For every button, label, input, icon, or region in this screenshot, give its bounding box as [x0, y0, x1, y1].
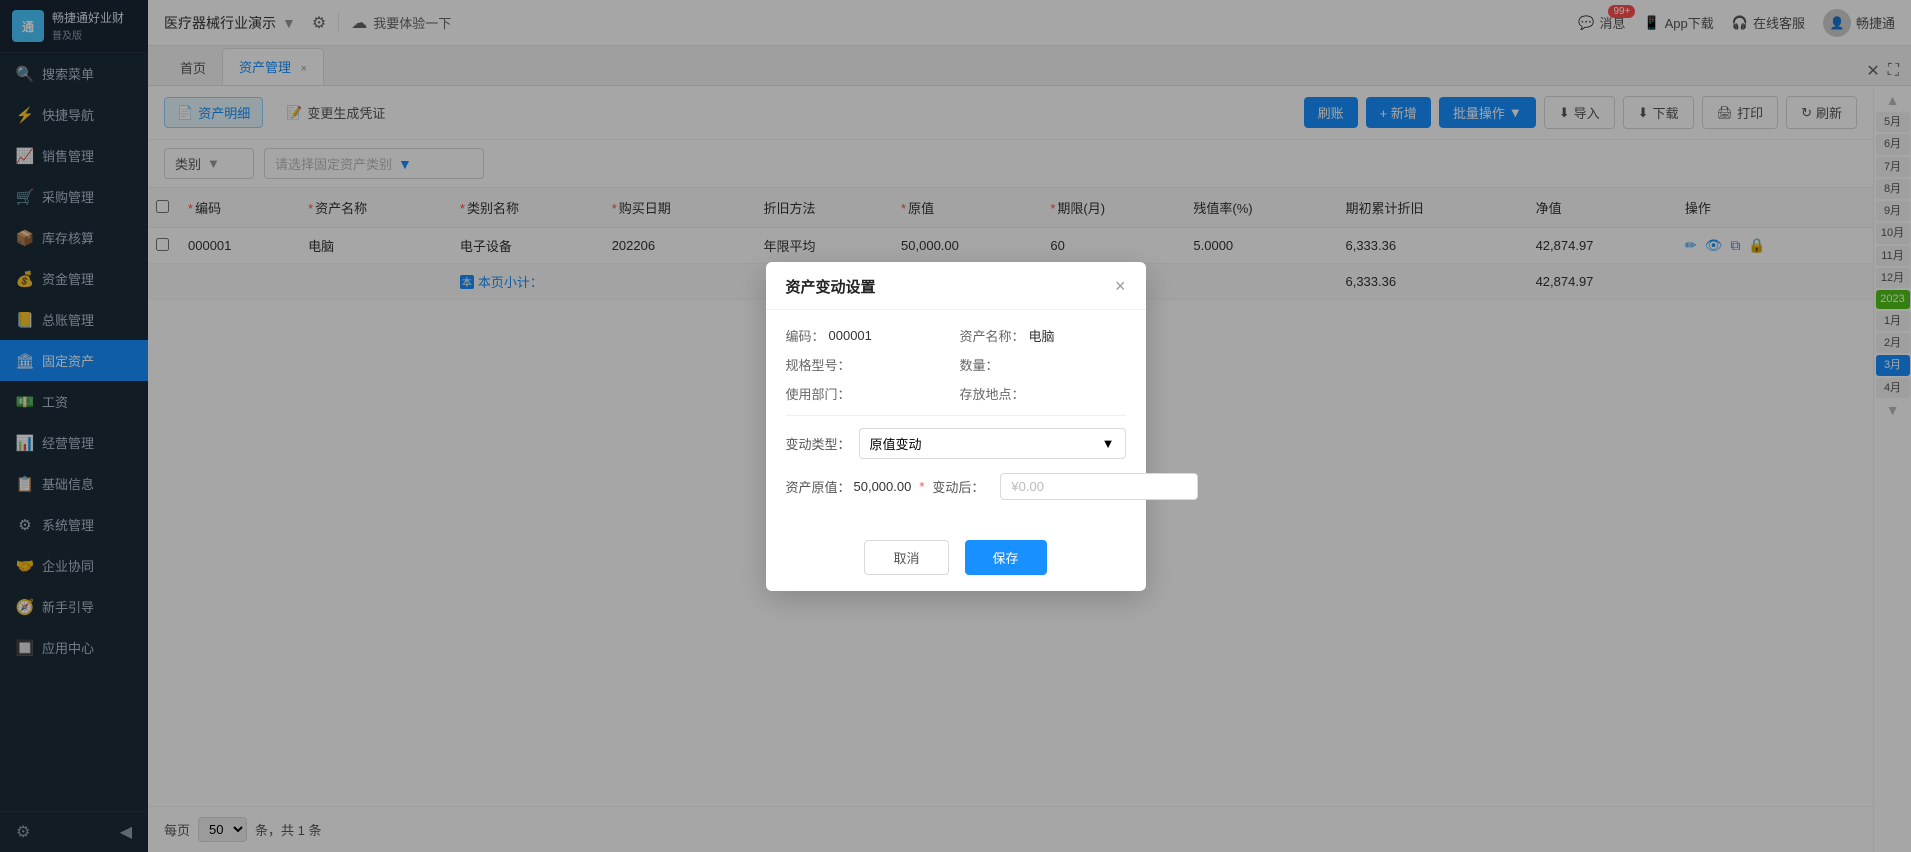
modal-title: 资产变动设置 [786, 276, 876, 297]
change-type-row: 变动类型： 原值变动 ▼ [786, 428, 1126, 459]
modal-location-item: 存放地点： [960, 384, 1126, 403]
modal-quantity-item: 数量： [960, 355, 1126, 374]
modal-code-item: 编码： 000001 [786, 326, 952, 345]
change-type-select[interactable]: 原值变动 ▼ [859, 428, 1126, 459]
spec-label: 规格型号： [786, 355, 851, 374]
asset-name-label: 资产名称： [960, 326, 1025, 345]
original-value-display: 50,000.00 [854, 479, 912, 494]
after-label: 变动后： [932, 477, 992, 496]
code-label: 编码： [786, 326, 825, 345]
cancel-button[interactable]: 取消 [864, 540, 948, 575]
asset-name-value: 电脑 [1029, 326, 1055, 345]
modal-dept-item: 使用部门： [786, 384, 952, 403]
modal-overlay: 资产变动设置 × 编码： 000001 资产名称： 电脑 规格型号： 数量： [0, 0, 1911, 852]
location-label: 存放地点： [960, 384, 1025, 403]
code-value: 000001 [829, 328, 872, 343]
after-value-input[interactable] [1000, 473, 1198, 500]
change-type-label: 变动类型： [786, 434, 851, 453]
modal-asset-name-item: 资产名称： 电脑 [960, 326, 1126, 345]
modal-close-button[interactable]: × [1115, 277, 1126, 295]
save-button[interactable]: 保存 [965, 540, 1047, 575]
change-type-value: 原值变动 [870, 434, 922, 453]
modal-info-grid: 编码： 000001 资产名称： 电脑 规格型号： 数量： 使用部门： [786, 326, 1126, 403]
modal-divider [786, 415, 1126, 416]
quantity-label: 数量： [960, 355, 999, 374]
change-type-arrow-icon: ▼ [1102, 436, 1115, 451]
modal-footer: 取消 保存 [766, 530, 1146, 591]
after-required-icon: * [919, 479, 924, 494]
modal-body: 编码： 000001 资产名称： 电脑 规格型号： 数量： 使用部门： [766, 310, 1146, 530]
dept-label: 使用部门： [786, 384, 851, 403]
original-value-row: 资产原值： 50,000.00 * 变动后： [786, 473, 1126, 500]
original-value-label: 资产原值： [786, 477, 846, 496]
modal-header: 资产变动设置 × [766, 262, 1146, 310]
modal-spec-item: 规格型号： [786, 355, 952, 374]
asset-change-modal: 资产变动设置 × 编码： 000001 资产名称： 电脑 规格型号： 数量： [766, 262, 1146, 591]
